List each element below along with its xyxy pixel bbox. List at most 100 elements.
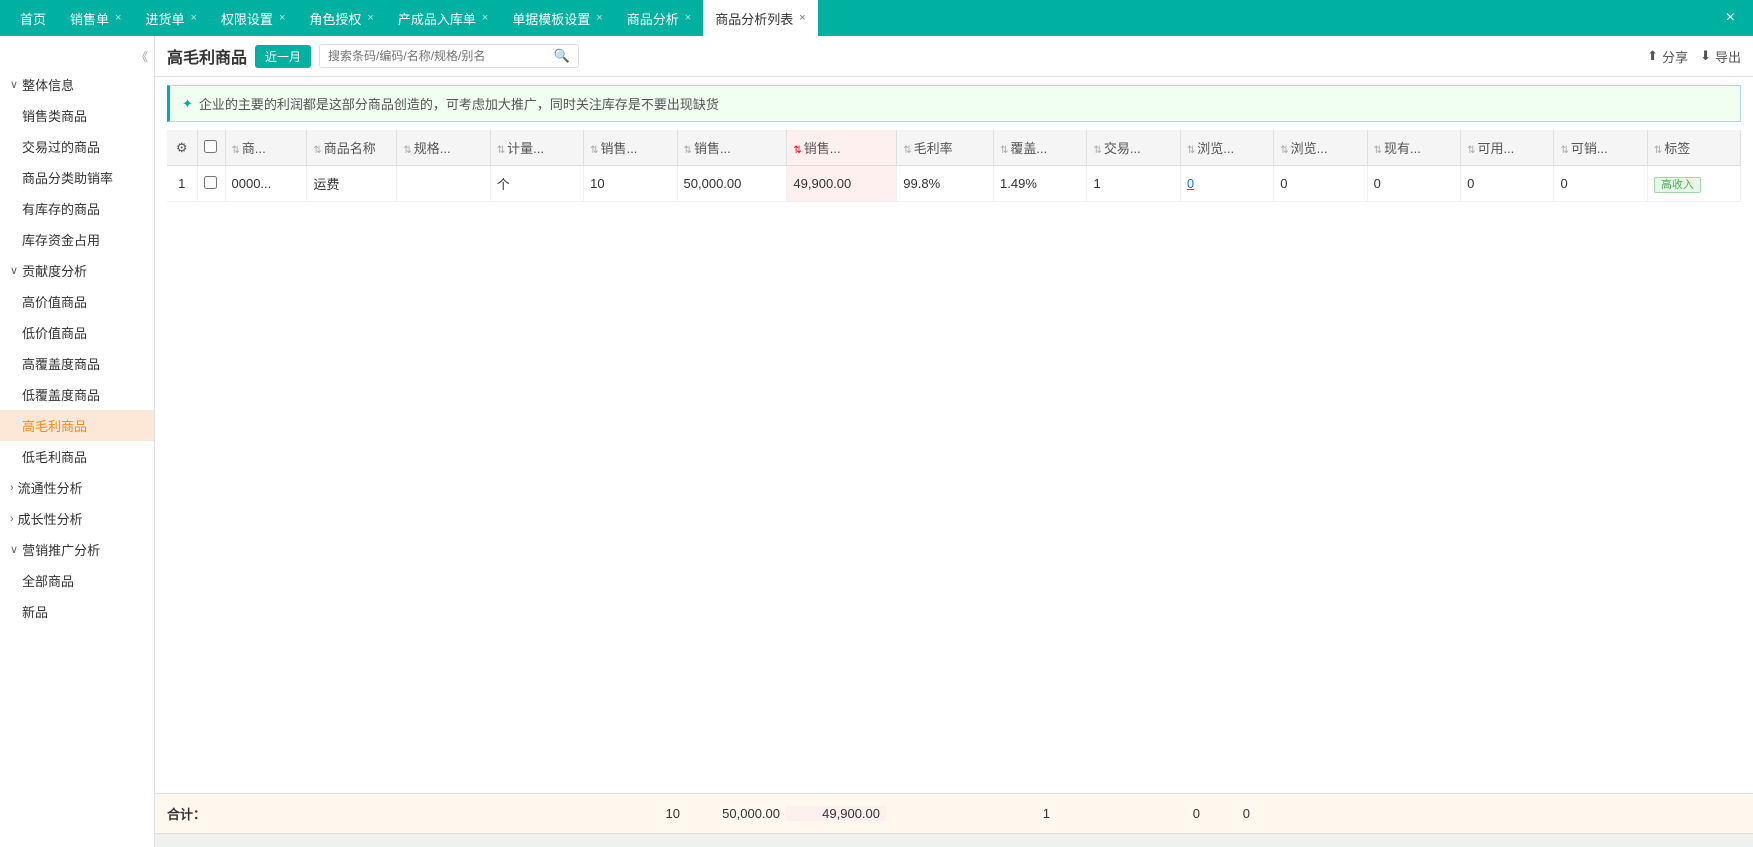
nav-item-template[interactable]: 单据模板设置 × bbox=[500, 0, 614, 36]
content-header: 高毛利商品 近一月 🔍 ⬆ 分享 ⬇ 导出 bbox=[155, 36, 1753, 77]
close-icon-sales[interactable]: × bbox=[115, 12, 121, 24]
col-coverage[interactable]: ⇅覆盖... bbox=[994, 130, 1087, 166]
col-sales-qty[interactable]: ⇅销售... bbox=[584, 130, 677, 166]
nav-item-analysis[interactable]: 商品分析 × bbox=[615, 0, 703, 36]
col-spec[interactable]: ⇅规格... bbox=[397, 130, 490, 166]
nav-label-home: 首页 bbox=[20, 9, 46, 28]
sidebar-group-contribution[interactable]: ∨ 贡献度分析 bbox=[0, 255, 154, 286]
cell-coverage: 1.49% bbox=[994, 166, 1087, 202]
export-button[interactable]: ⬇ 导出 bbox=[1700, 47, 1741, 66]
sidebar-item-in-stock-goods[interactable]: 有库存的商品 bbox=[0, 193, 154, 224]
search-input[interactable] bbox=[328, 49, 554, 63]
sidebar-item-low-value[interactable]: 低价值商品 bbox=[0, 317, 154, 348]
col-unit[interactable]: ⇅计量... bbox=[490, 130, 583, 166]
col-transaction[interactable]: ⇅交易... bbox=[1087, 130, 1180, 166]
sidebar-item-all-goods[interactable]: 全部商品 bbox=[0, 565, 154, 596]
nav-label-analysis-list: 商品分析列表 bbox=[715, 9, 793, 28]
footer-transaction: 1 bbox=[1006, 806, 1056, 821]
cell-index: 1 bbox=[167, 166, 197, 202]
col-available-stock[interactable]: ⇅可用... bbox=[1461, 130, 1554, 166]
page-title: 高毛利商品 bbox=[167, 44, 247, 68]
sidebar-group-marketing[interactable]: ∨ 营销推广分析 bbox=[0, 534, 154, 565]
sidebar-item-category-sales-rate[interactable]: 商品分类助销率 bbox=[0, 162, 154, 193]
sidebar-group-contribution-label: 贡献度分析 bbox=[22, 261, 87, 280]
col-sales-amount[interactable]: ⇅销售... bbox=[677, 130, 787, 166]
col-views1[interactable]: ⇅浏览... bbox=[1180, 130, 1273, 166]
close-icon-template[interactable]: × bbox=[596, 12, 602, 24]
col-tag[interactable]: ⇅标签 bbox=[1647, 130, 1740, 166]
footer-label: 合计： bbox=[167, 804, 206, 823]
sidebar-item-low-coverage[interactable]: 低覆盖度商品 bbox=[0, 379, 154, 410]
sidebar-group-liquidity-label: 流通性分析 bbox=[18, 478, 83, 497]
col-current-stock[interactable]: ⇅现有... bbox=[1367, 130, 1460, 166]
col-gross-margin[interactable]: ⇅毛利率 bbox=[897, 130, 994, 166]
chevron-right-icon-liquidity: › bbox=[10, 482, 14, 494]
col-code[interactable]: ⇅商... bbox=[225, 130, 307, 166]
sidebar-collapse-button[interactable]: 《 bbox=[136, 48, 148, 65]
cell-current-stock: 0 bbox=[1367, 166, 1460, 202]
close-icon-analysis-list[interactable]: × bbox=[799, 12, 805, 24]
sidebar-item-low-margin[interactable]: 低毛利商品 bbox=[0, 441, 154, 472]
nav-item-home[interactable]: 首页 bbox=[8, 0, 58, 36]
search-icon[interactable]: 🔍 bbox=[554, 48, 570, 64]
cell-sellable-stock: 0 bbox=[1554, 166, 1647, 202]
cell-spec bbox=[397, 166, 490, 202]
cell-views1[interactable]: 0 bbox=[1180, 166, 1273, 202]
close-icon-inventory[interactable]: × bbox=[482, 12, 488, 24]
close-icon-permission[interactable]: × bbox=[279, 12, 285, 24]
nav-item-purchase[interactable]: 进货单 × bbox=[133, 0, 208, 36]
sidebar-group-growth-label: 成长性分析 bbox=[18, 509, 83, 528]
tag-badge: 高收入 bbox=[1654, 177, 1701, 193]
share-button[interactable]: ⬆ 分享 bbox=[1647, 47, 1688, 66]
content-area: 高毛利商品 近一月 🔍 ⬆ 分享 ⬇ 导出 ✦ 企业的主要的利润都是这部分商品创… bbox=[155, 36, 1753, 847]
nav-label-role: 角色授权 bbox=[309, 9, 361, 28]
close-icon-purchase[interactable]: × bbox=[190, 12, 196, 24]
search-box: 🔍 bbox=[319, 44, 579, 68]
col-sellable-stock[interactable]: ⇅可销... bbox=[1554, 130, 1647, 166]
nav-label-analysis: 商品分析 bbox=[627, 9, 679, 28]
cell-transaction: 1 bbox=[1087, 166, 1180, 202]
sidebar-item-inventory-capital[interactable]: 库存资金占用 bbox=[0, 224, 154, 255]
sidebar-item-high-coverage[interactable]: 高覆盖度商品 bbox=[0, 348, 154, 379]
data-table: ⚙ ⇅商... ⇅商品名称 ⇅规格... ⇅计量... ⇅销售... ⇅销售..… bbox=[167, 130, 1741, 202]
nav-item-sales[interactable]: 销售单 × bbox=[58, 0, 133, 36]
sidebar-item-high-value[interactable]: 高价值商品 bbox=[0, 286, 154, 317]
row-checkbox[interactable] bbox=[204, 176, 217, 189]
col-views2[interactable]: ⇅浏览... bbox=[1274, 130, 1367, 166]
nav-item-role[interactable]: 角色授权 × bbox=[297, 0, 385, 36]
sidebar-group-growth[interactable]: › 成长性分析 bbox=[0, 503, 154, 534]
footer-totals: 合计： 10 50,000.00 49,900.00 1 0 0 bbox=[155, 793, 1753, 833]
select-all-checkbox[interactable] bbox=[204, 140, 217, 153]
cell-code: 0000... bbox=[225, 166, 307, 202]
horizontal-scrollbar[interactable] bbox=[155, 833, 1753, 847]
filter-last-month-button[interactable]: 近一月 bbox=[255, 45, 311, 68]
chevron-down-icon-marketing: ∨ bbox=[10, 543, 18, 556]
cell-checkbox[interactable] bbox=[197, 166, 225, 202]
table-row: 1 0000... 运费 个 10 50,000.00 49,900.00 99… bbox=[167, 166, 1741, 202]
sidebar-item-new-goods[interactable]: 新品 bbox=[0, 596, 154, 627]
sidebar-group-marketing-label: 营销推广分析 bbox=[22, 540, 100, 559]
col-sales-profit[interactable]: ⇅销售... bbox=[787, 130, 897, 166]
info-icon: ✦ bbox=[182, 96, 193, 112]
sidebar-group-liquidity[interactable]: › 流通性分析 bbox=[0, 472, 154, 503]
sidebar-item-high-margin[interactable]: 高毛利商品 bbox=[0, 410, 154, 441]
col-settings[interactable]: ⚙ bbox=[167, 130, 197, 166]
cell-sales-profit: 49,900.00 bbox=[787, 166, 897, 202]
nav-label-sales: 销售单 bbox=[70, 9, 109, 28]
nav-label-template: 单据模板设置 bbox=[512, 9, 590, 28]
cell-sales-qty: 10 bbox=[584, 166, 677, 202]
sidebar-item-traded-goods[interactable]: 交易过的商品 bbox=[0, 131, 154, 162]
sidebar: 《 ∨ 整体信息 销售类商品 交易过的商品 商品分类助销率 有库存的商品 库存资… bbox=[0, 36, 155, 847]
sidebar-item-sales-goods[interactable]: 销售类商品 bbox=[0, 100, 154, 131]
nav-item-inventory[interactable]: 产成品入库单 × bbox=[386, 0, 500, 36]
sidebar-group-overall[interactable]: ∨ 整体信息 bbox=[0, 69, 154, 100]
window-close-button[interactable]: × bbox=[1716, 9, 1745, 27]
footer-sales-qty: 10 bbox=[626, 806, 686, 821]
chevron-down-icon-overall: ∨ bbox=[10, 78, 18, 91]
close-icon-role[interactable]: × bbox=[367, 12, 373, 24]
nav-item-permission[interactable]: 权限设置 × bbox=[209, 0, 297, 36]
nav-item-analysis-list[interactable]: 商品分析列表 × bbox=[703, 0, 817, 36]
footer-sales-amount: 50,000.00 bbox=[686, 806, 786, 821]
close-icon-analysis[interactable]: × bbox=[685, 12, 691, 24]
col-name[interactable]: ⇅商品名称 bbox=[307, 130, 397, 166]
